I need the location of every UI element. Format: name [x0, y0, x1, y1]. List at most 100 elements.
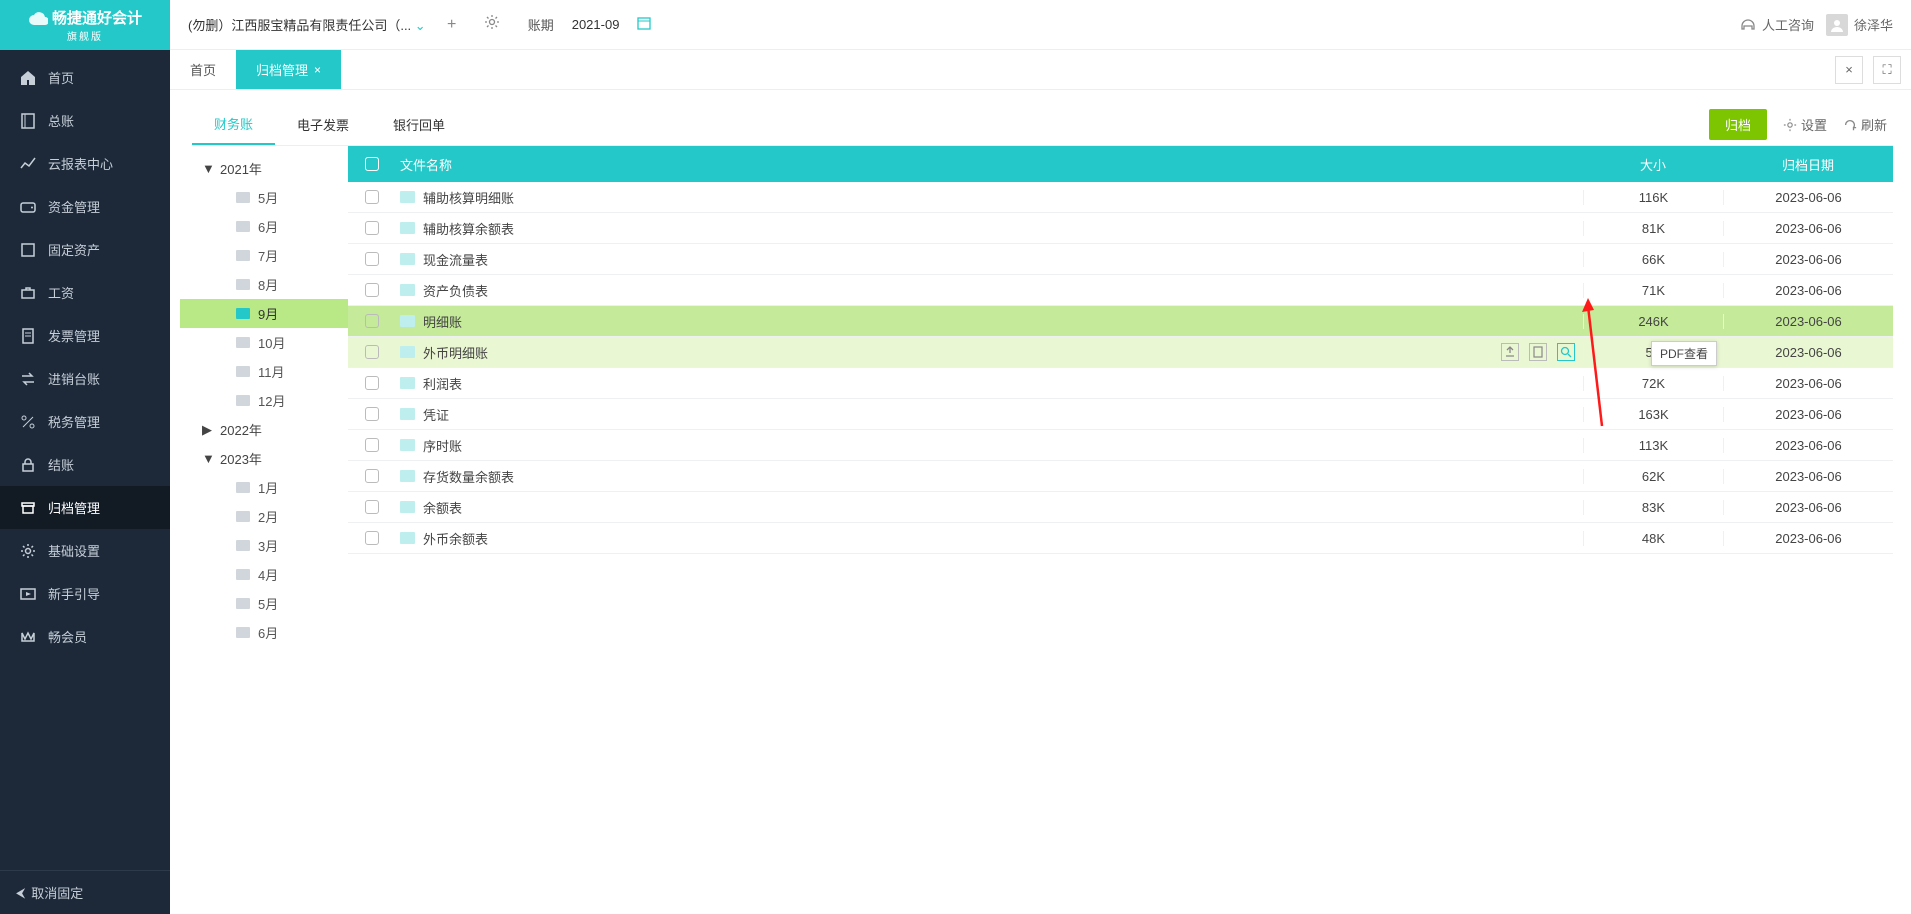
sidebar-unpin[interactable]: ⮜ 取消固定: [0, 870, 170, 914]
row-checkbox[interactable]: [365, 252, 379, 266]
close-all-button[interactable]: ×: [1835, 56, 1863, 84]
export-icon[interactable]: [1501, 343, 1519, 361]
row-checkbox[interactable]: [365, 190, 379, 204]
table-row[interactable]: 利润表72K2023-06-06: [348, 368, 1893, 399]
company-settings-button[interactable]: [478, 14, 506, 35]
tree-month[interactable]: 3月: [180, 531, 348, 560]
sidebar-item-settings[interactable]: 基础设置: [0, 529, 170, 572]
table-row[interactable]: 明细账246K2023-06-06: [348, 306, 1893, 337]
sidebar-item-member[interactable]: 畅会员: [0, 615, 170, 658]
row-checkbox[interactable]: [365, 314, 379, 328]
tree-year-2023[interactable]: ▼2023年: [180, 444, 348, 473]
tree-month[interactable]: 12月: [180, 386, 348, 415]
table-row[interactable]: 资产负债表71K2023-06-06: [348, 275, 1893, 306]
archive-button[interactable]: 归档: [1709, 109, 1767, 140]
sidebar-item-inventory[interactable]: 进销台账: [0, 357, 170, 400]
file-size: 72K: [1583, 376, 1723, 391]
row-checkbox[interactable]: [365, 407, 379, 421]
row-checkbox[interactable]: [365, 345, 379, 359]
subtab-einvoice[interactable]: 电子发票: [275, 105, 371, 144]
file-date: 2023-06-06: [1723, 531, 1893, 546]
select-all-checkbox[interactable]: [365, 157, 379, 171]
avatar: [1826, 14, 1848, 36]
tree-year-2021[interactable]: ▼2021年: [180, 154, 348, 183]
tree-month[interactable]: 10月: [180, 328, 348, 357]
sidebar-item-tax[interactable]: 税务管理: [0, 400, 170, 443]
settings-button[interactable]: 设置: [1783, 115, 1827, 134]
sidebar-item-funds[interactable]: 资金管理: [0, 185, 170, 228]
folder-icon: [400, 470, 415, 482]
add-company-button[interactable]: +: [438, 16, 466, 34]
sidebar-item-label: 结账: [48, 455, 74, 474]
sidebar-item-home[interactable]: 首页: [0, 56, 170, 99]
file-date: 2023-06-06: [1723, 314, 1893, 329]
table-body: 辅助核算明细账116K2023-06-06辅助核算余额表81K2023-06-0…: [348, 182, 1893, 914]
tab-home[interactable]: 首页: [170, 50, 236, 89]
subtab-bank[interactable]: 银行回单: [371, 105, 467, 144]
row-checkbox[interactable]: [365, 221, 379, 235]
table-row[interactable]: 余额表83K2023-06-06: [348, 492, 1893, 523]
file-size: 163K: [1583, 407, 1723, 422]
period-value[interactable]: 2021-09: [572, 17, 620, 32]
file-size: 83K: [1583, 500, 1723, 515]
close-icon[interactable]: ×: [314, 63, 321, 77]
arrow-left-icon: ⮜: [16, 885, 25, 901]
caret-down-icon: ▼: [202, 451, 212, 466]
subtab-finance[interactable]: 财务账: [192, 104, 275, 145]
tree-month[interactable]: 5月: [180, 589, 348, 618]
row-checkbox[interactable]: [365, 283, 379, 297]
table-row[interactable]: 外币明细账5K2023-06-06PDF查看: [348, 337, 1893, 368]
user-menu[interactable]: 徐泽华: [1826, 14, 1893, 36]
table-row[interactable]: 存货数量余额表62K2023-06-06: [348, 461, 1893, 492]
sidebar-item-fixed-assets[interactable]: 固定资产: [0, 228, 170, 271]
sidebar-item-closing[interactable]: 结账: [0, 443, 170, 486]
sidebar-item-label: 税务管理: [48, 412, 100, 431]
sidebar-item-payroll[interactable]: 工资: [0, 271, 170, 314]
tab-archive[interactable]: 归档管理×: [236, 50, 341, 89]
preview-icon[interactable]: [1557, 343, 1575, 361]
tree-month[interactable]: 2月: [180, 502, 348, 531]
tree-year-2022[interactable]: ▶2022年: [180, 415, 348, 444]
tree-month[interactable]: 1月: [180, 473, 348, 502]
sidebar-item-ledger[interactable]: 总账: [0, 99, 170, 142]
tree-month[interactable]: 4月: [180, 560, 348, 589]
fullscreen-button[interactable]: ⛶: [1873, 56, 1901, 84]
table-row[interactable]: 现金流量表66K2023-06-06: [348, 244, 1893, 275]
sidebar-item-invoice[interactable]: 发票管理: [0, 314, 170, 357]
refresh-icon: [1843, 118, 1857, 132]
tree-month[interactable]: 6月: [180, 212, 348, 241]
row-checkbox[interactable]: [365, 531, 379, 545]
sidebar-item-label: 总账: [48, 111, 74, 130]
sidebar-item-reports[interactable]: 云报表中心: [0, 142, 170, 185]
row-checkbox[interactable]: [365, 500, 379, 514]
sidebar-item-archive[interactable]: 归档管理: [0, 486, 170, 529]
table-row[interactable]: 辅助核算明细账116K2023-06-06: [348, 182, 1893, 213]
table-row[interactable]: 凭证163K2023-06-06: [348, 399, 1893, 430]
pdf-icon[interactable]: [1529, 343, 1547, 361]
row-checkbox[interactable]: [365, 438, 379, 452]
table-row[interactable]: 辅助核算余额表81K2023-06-06: [348, 213, 1893, 244]
file-name: 明细账: [423, 312, 462, 331]
folder-icon: [236, 337, 250, 348]
tree-month[interactable]: 5月: [180, 183, 348, 212]
tree-month-active[interactable]: 9月: [180, 299, 348, 328]
calendar-icon[interactable]: [637, 16, 651, 33]
company-selector[interactable]: (勿删）江西服宝精品有限责任公司（... ⌄: [188, 15, 426, 34]
tree-month[interactable]: 7月: [180, 241, 348, 270]
sidebar-item-guide[interactable]: 新手引导: [0, 572, 170, 615]
row-checkbox[interactable]: [365, 376, 379, 390]
tree-month[interactable]: 11月: [180, 357, 348, 386]
folder-icon: [236, 598, 250, 609]
row-checkbox[interactable]: [365, 469, 379, 483]
support-button[interactable]: 人工咨询: [1740, 15, 1814, 34]
table-row[interactable]: 外币余额表48K2023-06-06: [348, 523, 1893, 554]
archive-icon: [20, 500, 36, 516]
refresh-button[interactable]: 刷新: [1843, 115, 1887, 134]
tree-month[interactable]: 8月: [180, 270, 348, 299]
folder-icon: [400, 439, 415, 451]
table-row[interactable]: 序时账113K2023-06-06: [348, 430, 1893, 461]
folder-icon: [400, 222, 415, 234]
file-size: 66K: [1583, 252, 1723, 267]
tree-month[interactable]: 6月: [180, 618, 348, 647]
file-name: 凭证: [423, 405, 449, 424]
